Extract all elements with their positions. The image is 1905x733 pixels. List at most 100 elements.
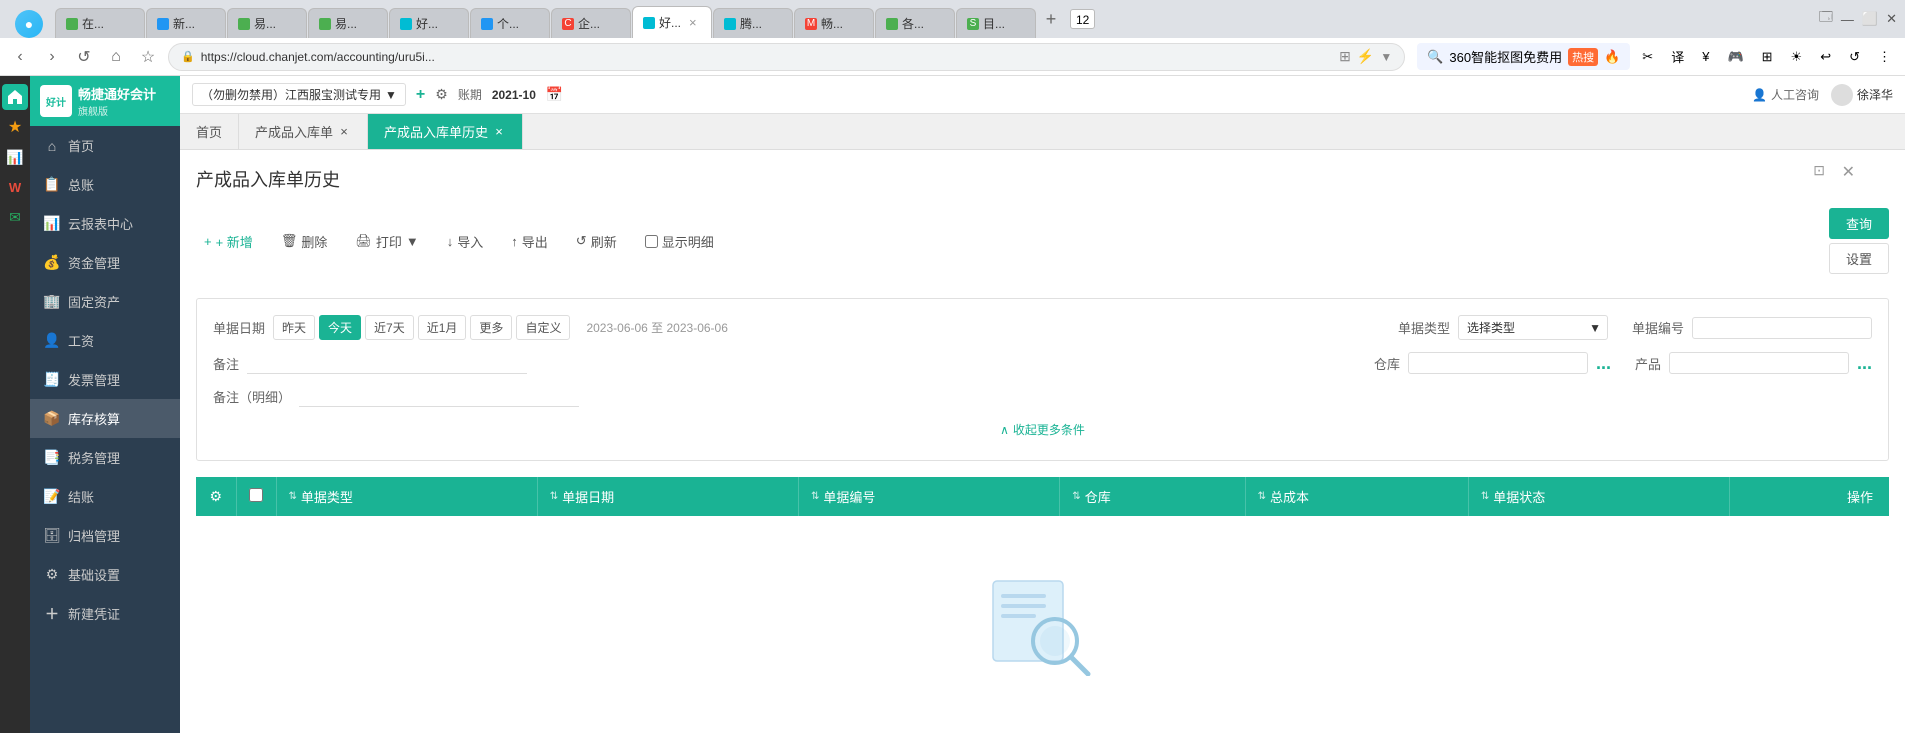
minimize-window-icon[interactable]: — <box>1841 12 1854 27</box>
refresh-data-button[interactable]: ↺ 刷新 <box>568 228 625 255</box>
date-btn-yesterday[interactable]: 昨天 <box>273 315 315 340</box>
sidebar-item-inventory[interactable]: 📦 库存核算 <box>30 399 180 438</box>
remark-detail-input[interactable] <box>299 386 579 407</box>
select-all-checkbox[interactable] <box>249 488 263 502</box>
restore-window-icon[interactable]: 🗔 <box>1819 8 1833 30</box>
icon-sidebar-star[interactable]: ★ <box>2 114 28 140</box>
company-settings-button[interactable]: ⚙ <box>435 86 448 103</box>
maximize-window-icon[interactable]: ⬜ <box>1862 11 1878 27</box>
sort-doc-type-icon[interactable]: ⇅ <box>289 491 297 502</box>
date-btn-1month[interactable]: 近1月 <box>418 315 467 340</box>
product-more-icon[interactable]: ... <box>1857 353 1872 374</box>
display-detail-checkbox-area[interactable]: 显示明细 <box>637 228 722 255</box>
page-panel-expand[interactable]: ⊡ <box>1813 162 1825 179</box>
calendar-icon[interactable]: 📅 <box>546 86 563 103</box>
table-header-doc-date[interactable]: ⇅ 单据日期 <box>537 477 798 516</box>
import-button[interactable]: ↓ 导入 <box>439 228 492 255</box>
add-company-button[interactable]: + <box>416 86 425 104</box>
game-toolbar-btn[interactable]: 🎮 <box>1721 46 1749 68</box>
tab-teng[interactable]: 腾... <box>713 8 793 38</box>
table-header-doc-type[interactable]: ⇅ 单据类型 <box>276 477 537 516</box>
sidebar-item-invoice[interactable]: 🧾 发票管理 <box>30 360 180 399</box>
tab-add-button[interactable]: + <box>1037 5 1065 33</box>
address-dropdown-icon[interactable]: ▼ <box>1380 50 1392 64</box>
sidebar-item-ledger[interactable]: 📋 总账 <box>30 165 180 204</box>
tab-ge[interactable]: 个... <box>470 8 550 38</box>
tab-hao2-active[interactable]: 好... × <box>632 6 712 38</box>
refresh-browser-button[interactable]: ↺ <box>72 45 96 69</box>
grid-toolbar-btn[interactable]: ⊞ <box>1756 46 1779 68</box>
sort-doc-status-icon[interactable]: ⇅ <box>1481 491 1489 502</box>
bookmark-button[interactable]: ☆ <box>136 45 160 69</box>
delete-button[interactable]: 🗑 删除 <box>273 228 336 255</box>
user-service-button[interactable]: 👤 人工咨询 <box>1752 86 1819 103</box>
translate-toolbar-btn[interactable]: 译 <box>1665 44 1690 69</box>
tab-mu[interactable]: S 目... <box>956 8 1036 38</box>
warehouse-input[interactable] <box>1408 352 1588 374</box>
export-button[interactable]: ↑ 导出 <box>503 228 556 255</box>
sidebar-item-checkout[interactable]: 📝 结账 <box>30 477 180 516</box>
date-btn-today[interactable]: 今天 <box>319 315 361 340</box>
back2-toolbar-btn[interactable]: ↩ <box>1814 46 1837 68</box>
user-avatar-button[interactable]: 徐泽华 <box>1831 84 1893 106</box>
tab-qi[interactable]: C 企... <box>551 8 631 38</box>
sort-warehouse-icon[interactable]: ⇅ <box>1072 491 1080 502</box>
doc-type-select[interactable]: 选择类型 ▼ <box>1458 315 1608 340</box>
print-dropdown-icon[interactable]: ▼ <box>406 234 419 249</box>
sidebar-item-home[interactable]: ⌂ 首页 <box>30 126 180 165</box>
sidebar-item-funds[interactable]: 💰 资金管理 <box>30 243 180 282</box>
sidebar-item-report[interactable]: 📊 云报表中心 <box>30 204 180 243</box>
page-tab-history[interactable]: 产成品入库单历史 × <box>368 114 523 149</box>
page-tab-list[interactable]: 产成品入库单 × <box>239 114 368 149</box>
date-btn-more[interactable]: 更多 <box>470 315 512 340</box>
table-header-warehouse[interactable]: ⇅ 仓库 <box>1060 477 1245 516</box>
doc-number-input[interactable] <box>1692 317 1872 339</box>
tab-new[interactable]: 新... <box>146 8 226 38</box>
sidebar-item-assets[interactable]: 🏢 固定资产 <box>30 282 180 321</box>
settings-filter-button[interactable]: 设置 <box>1829 243 1889 274</box>
apps-icon[interactable]: ⊞ <box>1339 48 1351 65</box>
icon-sidebar-chart[interactable]: 📊 <box>2 144 28 170</box>
refresh2-toolbar-btn[interactable]: ↺ <box>1843 46 1866 68</box>
lightning-icon[interactable]: ⚡ <box>1357 48 1374 65</box>
search-toolbar-area[interactable]: 🔍 360智能抠图免费用 热搜 🔥 <box>1417 43 1630 70</box>
table-header-doc-status[interactable]: ⇅ 单据状态 <box>1468 477 1729 516</box>
tab-chang[interactable]: M 畅... <box>794 8 874 38</box>
sort-total-cost-icon[interactable]: ⇅ <box>1258 491 1266 502</box>
currency-toolbar-btn[interactable]: ¥ <box>1696 46 1715 67</box>
page-panel-close[interactable]: ✕ <box>1842 162 1855 182</box>
page-tab-list-close[interactable]: × <box>337 125 351 139</box>
product-input[interactable] <box>1669 352 1849 374</box>
tab-zaiyun[interactable]: 在... <box>55 8 145 38</box>
home-browser-button[interactable]: ⌂ <box>104 45 128 69</box>
warehouse-more-icon[interactable]: ... <box>1596 353 1611 374</box>
back-button[interactable]: ‹ <box>8 45 32 69</box>
collapse-button[interactable]: ∧ 收起更多条件 <box>984 415 1101 444</box>
table-header-gear[interactable]: ⚙ <box>196 477 236 516</box>
sidebar-item-archive[interactable]: 🗄 归档管理 <box>30 516 180 555</box>
sort-doc-date-icon[interactable]: ⇅ <box>550 491 558 502</box>
display-detail-checkbox[interactable] <box>645 235 658 248</box>
table-header-checkbox[interactable] <box>236 477 276 516</box>
remark-input[interactable] <box>247 353 527 374</box>
icon-sidebar-weibo[interactable]: W <box>2 174 28 200</box>
scissors-toolbar-btn[interactable]: ✂ <box>1636 46 1659 68</box>
add-button[interactable]: + + 新增 <box>196 228 261 255</box>
tab-yi2[interactable]: 易... <box>308 8 388 38</box>
sidebar-item-new-voucher[interactable]: ＋ 新建凭证 <box>30 594 180 633</box>
sun-toolbar-btn[interactable]: ☀ <box>1785 46 1809 68</box>
tab-close-icon[interactable]: × <box>689 15 697 30</box>
sidebar-item-tax[interactable]: 📑 税务管理 <box>30 438 180 477</box>
sidebar-item-settings[interactable]: ⚙ 基础设置 <box>30 555 180 594</box>
sort-doc-number-icon[interactable]: ⇅ <box>811 491 819 502</box>
date-btn-7days[interactable]: 近7天 <box>365 315 414 340</box>
tab-hao1[interactable]: 好... <box>389 8 469 38</box>
page-tab-history-close[interactable]: × <box>492 125 506 139</box>
print-button[interactable]: 🖨 打印 ▼ <box>347 228 426 255</box>
date-btn-custom[interactable]: 自定义 <box>516 315 570 340</box>
icon-sidebar-home[interactable] <box>2 84 28 110</box>
company-selector[interactable]: （勿删勿禁用）江西服宝测试专用 ▼ <box>192 83 406 106</box>
tab-ge2[interactable]: 各... <box>875 8 955 38</box>
table-header-total-cost[interactable]: ⇅ 总成本 <box>1245 477 1468 516</box>
gear-settings-icon[interactable]: ⚙ <box>209 488 222 504</box>
